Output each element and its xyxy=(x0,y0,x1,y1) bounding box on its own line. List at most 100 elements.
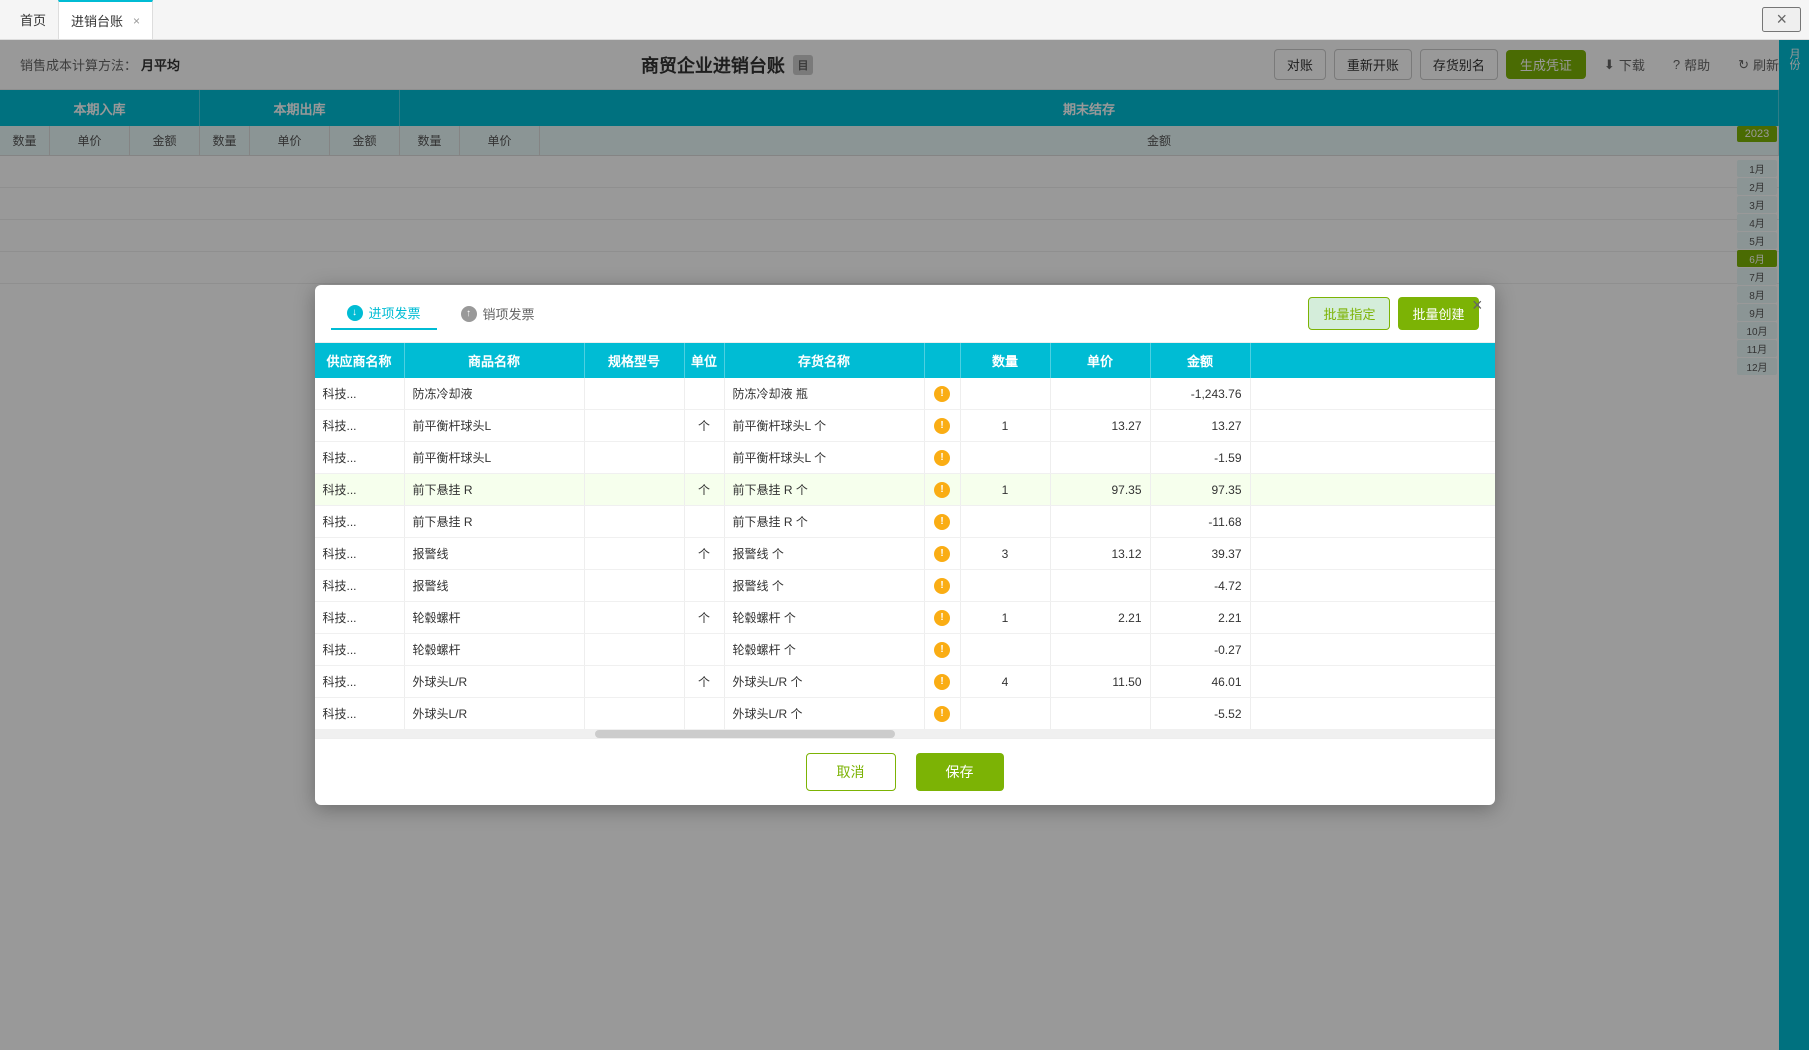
table-cell: 前平衡杆球头L xyxy=(405,410,585,441)
table-cell: ! xyxy=(925,570,961,601)
table-cell: 个 xyxy=(685,410,725,441)
table-row[interactable]: 科技...前平衡杆球头L前平衡杆球头L 个!-1.59 xyxy=(315,442,1495,474)
table-cell: 39.37 xyxy=(1151,538,1251,569)
table-cell xyxy=(961,634,1051,665)
table-cell xyxy=(585,442,685,473)
table-cell: ! xyxy=(925,634,961,665)
home-tab[interactable]: 首页 xyxy=(8,0,58,39)
table-cell: 科技... xyxy=(315,570,405,601)
warning-icon: ! xyxy=(934,450,950,466)
table-row[interactable]: 科技...前下悬挂 R个前下悬挂 R 个!197.3597.35 xyxy=(315,474,1495,506)
table-row[interactable]: 科技...报警线报警线 个!-4.72 xyxy=(315,570,1495,602)
horizontal-scrollbar-thumb[interactable] xyxy=(595,730,895,738)
table-cell: ! xyxy=(925,602,961,633)
warning-icon: ! xyxy=(934,706,950,722)
table-row[interactable]: 科技...报警线个报警线 个!313.1239.37 xyxy=(315,538,1495,570)
table-cell: 1 xyxy=(961,410,1051,441)
modal-header-actions: 批量指定 批量创建 xyxy=(1308,297,1478,330)
table-row[interactable]: 科技...前下悬挂 R前下悬挂 R 个!-11.68 xyxy=(315,506,1495,538)
col-header-price: 单价 xyxy=(1051,343,1151,378)
table-cell xyxy=(585,602,685,633)
table-cell xyxy=(585,410,685,441)
horizontal-scrollbar[interactable] xyxy=(315,730,1495,738)
table-cell: ! xyxy=(925,538,961,569)
table-cell: ! xyxy=(925,378,961,409)
table-cell: 外球头L/R 个 xyxy=(725,666,925,697)
warning-icon: ! xyxy=(934,674,950,690)
warning-icon: ! xyxy=(934,418,950,434)
table-cell xyxy=(585,378,685,409)
tab-outbound-invoice[interactable]: ↑ 销项发票 xyxy=(445,298,551,329)
col-header-product-name: 商品名称 xyxy=(405,343,585,378)
modal-close-button[interactable]: × xyxy=(1472,295,1483,316)
table-cell: ! xyxy=(925,410,961,441)
table-cell xyxy=(1051,378,1151,409)
tab-in-label: 进项发票 xyxy=(369,303,421,322)
table-cell: 轮毂螺杆 xyxy=(405,602,585,633)
table-cell xyxy=(685,378,725,409)
table-row[interactable]: 科技...轮毂螺杆个轮毂螺杆 个!12.212.21 xyxy=(315,602,1495,634)
table-cell: ! xyxy=(925,666,961,697)
table-cell: 科技... xyxy=(315,442,405,473)
table-cell: 前下悬挂 R xyxy=(405,474,585,505)
table-cell xyxy=(961,506,1051,537)
table-row[interactable]: 科技...轮毂螺杆轮毂螺杆 个!-0.27 xyxy=(315,634,1495,666)
table-cell xyxy=(961,698,1051,729)
table-cell xyxy=(961,442,1051,473)
table-row[interactable]: 科技...前平衡杆球头L个前平衡杆球头L 个!113.2713.27 xyxy=(315,410,1495,442)
modal-table-header: 供应商名称 商品名称 规格型号 单位 存货名称 数量 单价 金额 xyxy=(315,343,1495,378)
table-cell: 报警线 xyxy=(405,570,585,601)
table-cell: 11.50 xyxy=(1051,666,1151,697)
table-cell: 前下悬挂 R 个 xyxy=(725,506,925,537)
table-cell: 报警线 个 xyxy=(725,570,925,601)
account-tab[interactable]: 进销台账 × xyxy=(58,0,153,39)
table-cell: ! xyxy=(925,506,961,537)
table-cell: 报警线 个 xyxy=(725,538,925,569)
table-cell: ! xyxy=(925,698,961,729)
table-row[interactable]: 科技...外球头L/R外球头L/R 个!-5.52 xyxy=(315,698,1495,730)
table-cell: 个 xyxy=(685,474,725,505)
table-cell: 个 xyxy=(685,538,725,569)
modal-table-body: 科技...防冻冷却液防冻冷却液 瓶!-1,243.76科技...前平衡杆球头L个… xyxy=(315,378,1495,730)
table-cell: 外球头L/R xyxy=(405,666,585,697)
tab-close-icon[interactable]: × xyxy=(133,14,140,28)
table-cell: 个 xyxy=(685,666,725,697)
col-header-supplier: 供应商名称 xyxy=(315,343,405,378)
warning-icon: ! xyxy=(934,514,950,530)
table-row[interactable]: 科技...外球头L/R个外球头L/R 个!411.5046.01 xyxy=(315,666,1495,698)
tab-label: 进销台账 xyxy=(71,11,123,30)
table-cell xyxy=(1051,634,1151,665)
table-cell: -1,243.76 xyxy=(1151,378,1251,409)
save-button[interactable]: 保存 xyxy=(916,753,1004,791)
table-cell: 科技... xyxy=(315,378,405,409)
batch-assign-button[interactable]: 批量指定 xyxy=(1308,297,1390,330)
tab-out-label: 销项发票 xyxy=(483,304,535,323)
top-bar: 首页 进销台账 × × xyxy=(0,0,1809,40)
table-cell: 前平衡杆球头L 个 xyxy=(725,442,925,473)
table-cell: -1.59 xyxy=(1151,442,1251,473)
table-cell: 外球头L/R 个 xyxy=(725,698,925,729)
warning-icon: ! xyxy=(934,610,950,626)
table-cell xyxy=(585,538,685,569)
table-cell: 科技... xyxy=(315,474,405,505)
table-cell: 1 xyxy=(961,602,1051,633)
table-cell xyxy=(585,698,685,729)
table-cell: 46.01 xyxy=(1151,666,1251,697)
table-cell: 2.21 xyxy=(1051,602,1151,633)
table-cell: 科技... xyxy=(315,634,405,665)
modal-overlay: ↓ 进项发票 ↑ 销项发票 批量指定 批量创建 × xyxy=(0,40,1809,1050)
table-cell: 97.35 xyxy=(1151,474,1251,505)
modal-table: 供应商名称 商品名称 规格型号 单位 存货名称 数量 单价 金额 科技...防冻… xyxy=(315,343,1495,738)
table-cell xyxy=(585,506,685,537)
warning-icon: ! xyxy=(934,386,950,402)
table-row[interactable]: 科技...防冻冷却液防冻冷却液 瓶!-1,243.76 xyxy=(315,378,1495,410)
batch-create-button[interactable]: 批量创建 xyxy=(1398,297,1478,330)
tab-out-icon: ↑ xyxy=(461,306,477,322)
cancel-button[interactable]: 取消 xyxy=(806,753,896,791)
window-close-button[interactable]: × xyxy=(1762,7,1801,32)
table-cell: 97.35 xyxy=(1051,474,1151,505)
table-cell: 科技... xyxy=(315,602,405,633)
tab-inbound-invoice[interactable]: ↓ 进项发票 xyxy=(331,297,437,330)
table-cell: 13.12 xyxy=(1051,538,1151,569)
table-cell: 前平衡杆球头L 个 xyxy=(725,410,925,441)
